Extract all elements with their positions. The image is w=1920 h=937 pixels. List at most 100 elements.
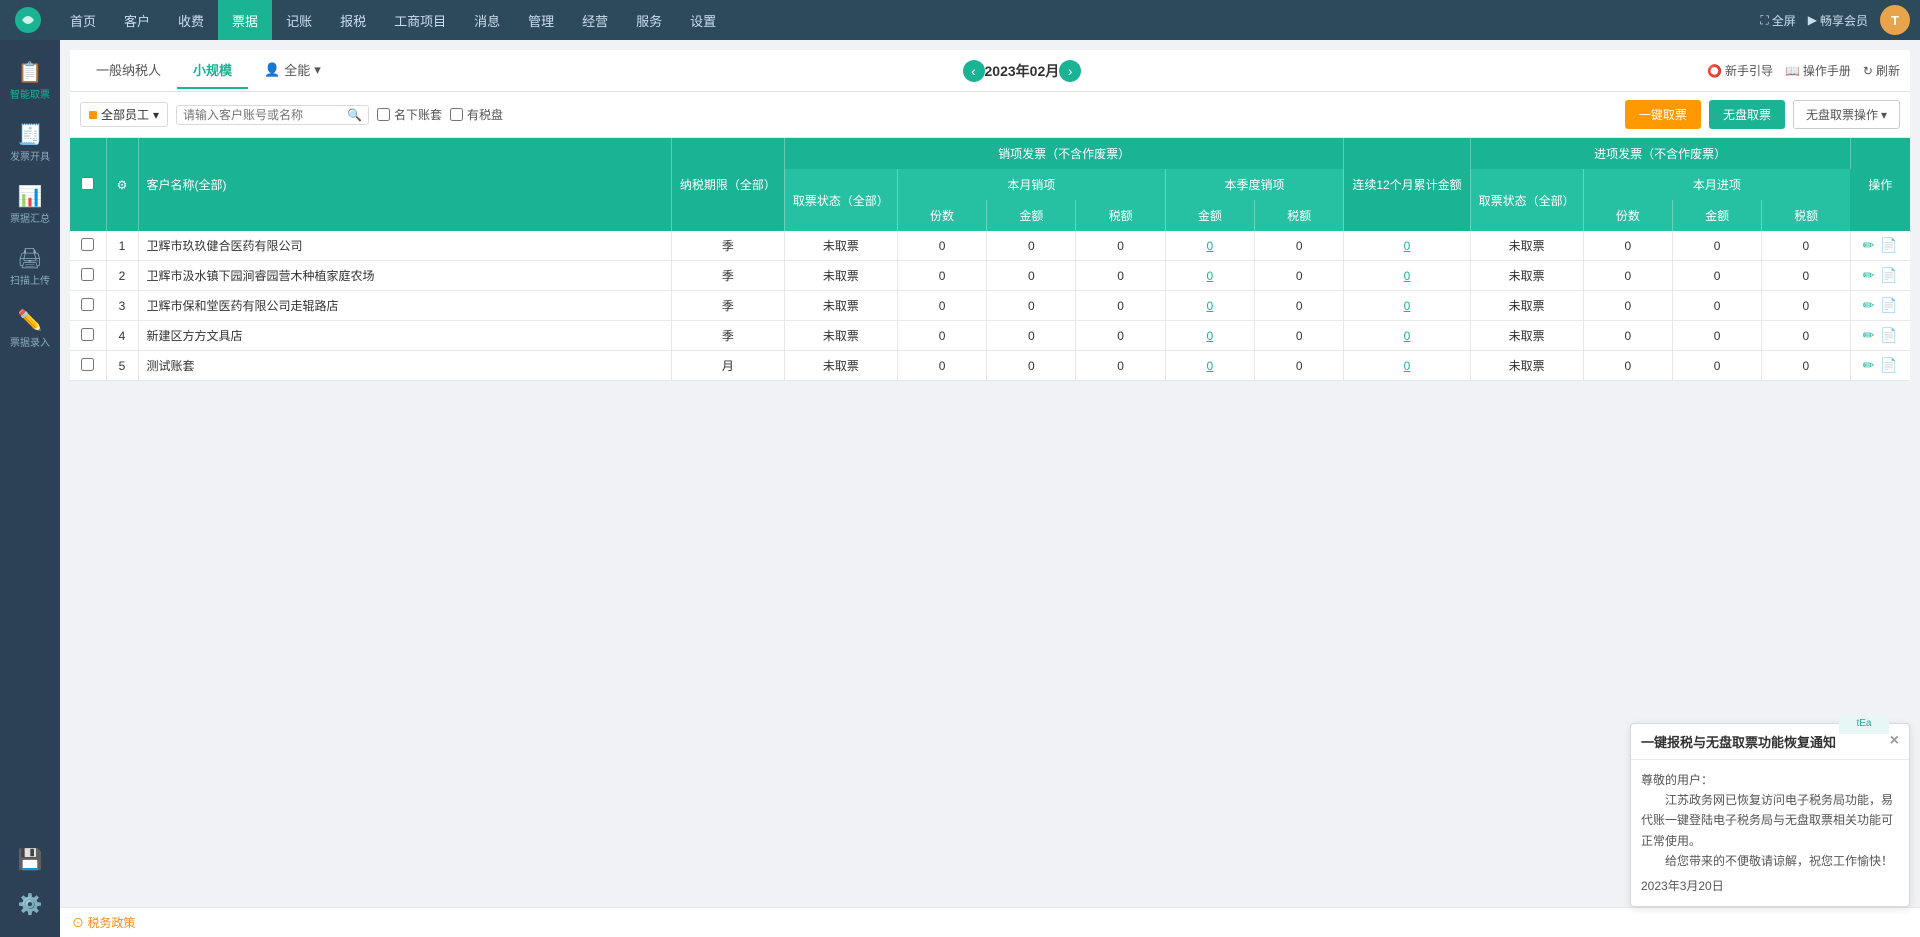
row-detail-icon-1[interactable]: 📄 [1880, 267, 1897, 284]
row-sales-tax-0: 0 [1076, 231, 1165, 261]
row-index-4: 5 [106, 351, 138, 381]
row-purchase-status-1: 未取票 [1470, 261, 1583, 291]
nav-business[interactable]: 工商项目 [380, 0, 460, 40]
row-quarter-amount-3: 0 [1165, 321, 1254, 351]
row-checkbox-2[interactable] [81, 298, 94, 311]
row-detail-icon-3[interactable]: 📄 [1880, 327, 1897, 344]
row-edit-icon-1[interactable]: ✏ [1863, 267, 1875, 284]
row-action-1: ✏ 📄 [1850, 261, 1910, 291]
employee-select[interactable]: 全部员工 ▾ [80, 102, 168, 127]
manual-btn[interactable]: 📖 操作手册 [1785, 62, 1851, 79]
row-edit-icon-2[interactable]: ✏ [1863, 297, 1875, 314]
tax-policy-link[interactable]: ⊙ 税务政策 [72, 914, 135, 931]
th-purchase-shares: 份数 [1583, 200, 1672, 231]
scan-label: 扫描上传 [10, 275, 50, 288]
no-disk-btn[interactable]: 无盘取票 [1709, 100, 1785, 129]
tax-disk-checkbox-wrap[interactable]: 有税盘 [450, 106, 503, 123]
row-cumulative-2: 0 [1344, 291, 1470, 321]
under-account-checkbox-wrap[interactable]: 名下账套 [377, 106, 442, 123]
row-tax-period-2: 季 [671, 291, 784, 321]
table-row: 4 新建区方方文具店 季 未取票 0 0 0 0 0 0 未取票 0 0 0 ✏… [70, 321, 1910, 351]
manual-icon: 📖 [1785, 64, 1800, 78]
nav-service[interactable]: 服务 [622, 0, 676, 40]
nav-message[interactable]: 消息 [460, 0, 514, 40]
one-click-btn[interactable]: 一键取票 [1625, 100, 1701, 129]
row-checkbox-4[interactable] [81, 358, 94, 371]
sidebar-help[interactable]: ⚙️ [0, 882, 60, 927]
sidebar-item-smart-invoice[interactable]: 📋 智能取票 [0, 50, 60, 112]
row-cumulative-1: 0 [1344, 261, 1470, 291]
nav-fee[interactable]: 收费 [164, 0, 218, 40]
under-account-checkbox[interactable] [377, 108, 390, 121]
row-purchase-status-0: 未取票 [1470, 231, 1583, 261]
select-all-checkbox[interactable] [81, 177, 94, 190]
toolbar: 全部员工 ▾ 🔍 名下账套 有税盘 一键取票 无盘取票 [70, 92, 1910, 138]
notif-content2: 给您带来的不便敬请谅解，祝您工作愉快！ [1641, 851, 1899, 871]
row-edit-icon-0[interactable]: ✏ [1863, 237, 1875, 254]
smart-invoice-icon: 📋 [18, 60, 43, 85]
row-checkbox-1[interactable] [81, 268, 94, 281]
th-current-quarter-sales: 本季度销项 [1165, 169, 1344, 200]
nav-operation[interactable]: 经营 [568, 0, 622, 40]
th-sales-tax: 税额 [1076, 200, 1165, 231]
no-disk-ops-chevron-icon: ▾ [1881, 108, 1887, 122]
row-sales-amount-0: 0 [987, 231, 1076, 261]
nav-home[interactable]: 首页 [56, 0, 110, 40]
fullscreen-label: 全屏 [1772, 12, 1796, 29]
tab-all[interactable]: 👤 全能 ▾ [248, 52, 337, 89]
new-guide-btn[interactable]: ⭕ 新手引导 [1707, 62, 1773, 79]
sidebar-download[interactable]: 💾 [0, 837, 60, 882]
th-client-name: 客户名称(全部) [138, 138, 671, 231]
nav-client[interactable]: 客户 [110, 0, 164, 40]
th-tax-period: 纳税期限（全部） [671, 138, 784, 231]
sidebar-item-entry[interactable]: ✏️ 票据录入 [0, 298, 60, 360]
tab-general-taxpayer[interactable]: 一般纳税人 [80, 52, 177, 89]
entry-label: 票据录入 [10, 337, 50, 350]
row-purchase-tax-0: 0 [1762, 231, 1850, 261]
row-checkbox-3[interactable] [81, 328, 94, 341]
top-header: 一般纳税人 小规模 👤 全能 ▾ ‹ 2023年02月 › ⭕ 新手引导 [70, 50, 1910, 92]
nav-invoice[interactable]: 票据 [218, 0, 272, 40]
tab-small-scale[interactable]: 小规模 [177, 52, 248, 89]
notif-close-btn[interactable]: × [1890, 732, 1899, 750]
search-icon[interactable]: 🔍 [347, 108, 362, 122]
notif-date: 2023年3月20日 [1641, 876, 1899, 896]
row-detail-icon-2[interactable]: 📄 [1880, 297, 1897, 314]
data-table: ⚙ 客户名称(全部) 纳税期限（全部） 销项发票（不含作废票） 连续12个月累计… [70, 138, 1910, 381]
nav-settings[interactable]: 设置 [676, 0, 730, 40]
th-purchase-amount: 金额 [1672, 200, 1761, 231]
row-index-1: 2 [106, 261, 138, 291]
row-checkbox-0[interactable] [81, 238, 94, 251]
tax-disk-checkbox[interactable] [450, 108, 463, 121]
nav-manage[interactable]: 管理 [514, 0, 568, 40]
notif-title: 一键报税与无盘取票功能恢复通知 [1641, 732, 1836, 751]
period-prev-btn[interactable]: ‹ [963, 60, 985, 82]
th-cumulative: 连续12个月累计金额 [1344, 138, 1470, 231]
nav-tax[interactable]: 报税 [326, 0, 380, 40]
setting-icon[interactable]: ⚙ [117, 178, 128, 192]
row-detail-icon-4[interactable]: 📄 [1880, 357, 1897, 374]
fullscreen-btn[interactable]: ⛶ 全屏 [1760, 12, 1795, 29]
row-edit-icon-3[interactable]: ✏ [1863, 327, 1875, 344]
no-disk-ops-btn[interactable]: 无盘取票操作 ▾ [1793, 100, 1900, 129]
row-detail-icon-0[interactable]: 📄 [1880, 237, 1897, 254]
sidebar-item-scan[interactable]: 🖨 扫描上传 [0, 236, 60, 298]
user-avatar[interactable]: T [1880, 5, 1910, 35]
row-checkbox-cell [70, 321, 106, 351]
th-purchase-tax: 税额 [1762, 200, 1850, 231]
row-purchase-amount-3: 0 [1672, 321, 1761, 351]
row-name-1: 卫辉市汲水镇下园涧睿园营木种植家庭农场 [138, 261, 671, 291]
row-edit-icon-4[interactable]: ✏ [1863, 357, 1875, 374]
period-next-btn[interactable]: › [1059, 60, 1081, 82]
content-card: 一般纳税人 小规模 👤 全能 ▾ ‹ 2023年02月 › ⭕ 新手引导 [70, 50, 1910, 381]
sidebar-item-issue-invoice[interactable]: 🧾 发票开具 [0, 112, 60, 174]
sidebar-item-summary[interactable]: 📊 票据汇总 [0, 174, 60, 236]
row-tax-period-1: 季 [671, 261, 784, 291]
nav-accounting[interactable]: 记账 [272, 0, 326, 40]
row-cumulative-4: 0 [1344, 351, 1470, 381]
vip-btn[interactable]: ▶ 畅享会员 [1808, 12, 1868, 29]
search-input[interactable] [183, 108, 343, 122]
row-sales-tax-2: 0 [1076, 291, 1165, 321]
refresh-btn[interactable]: ↻ 刷新 [1863, 62, 1900, 79]
row-tax-period-0: 季 [671, 231, 784, 261]
